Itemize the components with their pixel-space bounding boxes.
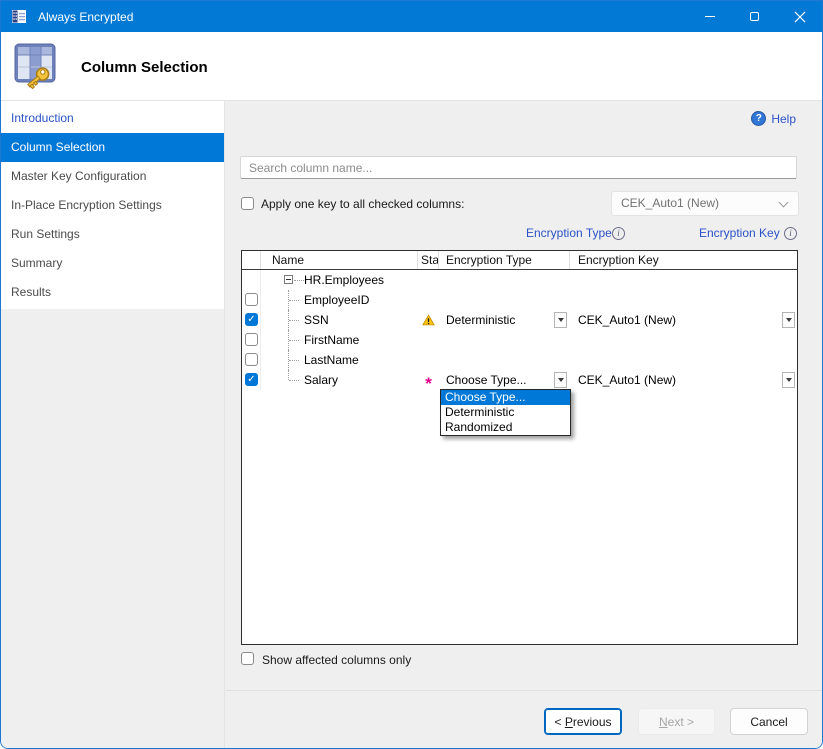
encryption-key-value: CEK_Auto1 (New) bbox=[578, 370, 676, 390]
encryption-type-value: Deterministic bbox=[446, 310, 515, 330]
column-name: LastName bbox=[304, 350, 359, 370]
encryption-type-dropdown-button[interactable] bbox=[554, 372, 567, 388]
column-name: EmployeeID bbox=[304, 290, 369, 310]
collapse-icon[interactable] bbox=[284, 275, 293, 284]
cancel-button[interactable]: Cancel bbox=[730, 708, 808, 735]
footer-divider bbox=[226, 690, 822, 691]
columns-grid: Name State Encryption Type Encryption Ke… bbox=[241, 250, 798, 645]
table-group-row: HR.Employees bbox=[242, 270, 797, 290]
table-key-icon bbox=[13, 42, 59, 90]
warning-icon bbox=[422, 314, 435, 326]
encryption-type-info-icon[interactable]: i bbox=[612, 227, 625, 240]
main-panel: ? Help Apply one key to all checked colu… bbox=[226, 101, 822, 748]
sidebar-item-run-settings: Run Settings bbox=[1, 220, 224, 249]
required-icon: * bbox=[425, 370, 432, 397]
dropdown-option-deterministic[interactable]: Deterministic bbox=[441, 405, 570, 420]
row-checkbox-lastname[interactable] bbox=[245, 353, 258, 366]
table-row: LastName bbox=[242, 350, 797, 370]
show-affected-label: Show affected columns only bbox=[262, 653, 411, 667]
column-header-name[interactable]: Name bbox=[261, 251, 418, 269]
help-link[interactable]: ? Help bbox=[751, 111, 796, 126]
row-checkbox-ssn[interactable]: ✓ bbox=[245, 313, 258, 326]
grid-header: Name State Encryption Type Encryption Ke… bbox=[242, 251, 797, 270]
encryption-key-dropdown-button[interactable] bbox=[782, 372, 795, 388]
dropdown-option-randomized[interactable]: Randomized bbox=[441, 420, 570, 435]
titlebar: Always Encrypted bbox=[1, 1, 822, 32]
column-header-encryption-key[interactable]: Encryption Key bbox=[570, 251, 797, 269]
dropdown-arrow-icon bbox=[786, 318, 792, 322]
encryption-type-dropdown-button[interactable] bbox=[554, 312, 567, 328]
close-icon bbox=[794, 11, 806, 23]
page-title: Column Selection bbox=[81, 59, 208, 76]
encryption-key-dropdown-button[interactable] bbox=[782, 312, 795, 328]
minimize-button[interactable] bbox=[687, 1, 732, 32]
table-row: FirstName bbox=[242, 330, 797, 350]
sidebar-item-results: Results bbox=[1, 278, 224, 307]
sidebar-item-introduction[interactable]: Introduction bbox=[1, 104, 224, 133]
encryption-type-value: Choose Type... bbox=[446, 370, 527, 390]
dropdown-arrow-icon bbox=[786, 378, 792, 382]
column-name: SSN bbox=[304, 310, 329, 330]
show-affected-checkbox[interactable] bbox=[241, 652, 254, 665]
search-input[interactable] bbox=[240, 156, 797, 179]
sidebar-item-in-place-encryption-settings: In-Place Encryption Settings bbox=[1, 191, 224, 220]
encryption-key-value: CEK_Auto1 (New) bbox=[578, 310, 676, 330]
encryption-key-link[interactable]: Encryption Key bbox=[699, 226, 780, 240]
app-icon bbox=[12, 9, 28, 25]
help-label: Help bbox=[771, 112, 796, 126]
apply-one-key-label: Apply one key to all checked columns: bbox=[261, 197, 464, 211]
encryption-type-dropdown-list: Choose Type... Deterministic Randomized bbox=[440, 389, 571, 436]
table-row: ✓ SSN Deterministic bbox=[242, 310, 797, 330]
sidebar-item-column-selection[interactable]: Column Selection bbox=[1, 133, 224, 162]
encryption-key-info-icon[interactable]: i bbox=[784, 227, 797, 240]
row-checkbox-employeeid[interactable] bbox=[245, 293, 258, 306]
column-name: Salary bbox=[304, 370, 338, 390]
table-row: EmployeeID bbox=[242, 290, 797, 310]
apply-one-key-checkbox[interactable] bbox=[241, 197, 254, 210]
row-checkbox-firstname[interactable] bbox=[245, 333, 258, 346]
dropdown-option-choose-type[interactable]: Choose Type... bbox=[441, 390, 570, 405]
close-button[interactable] bbox=[777, 1, 822, 32]
sidebar-item-summary: Summary bbox=[1, 249, 224, 278]
column-name: FirstName bbox=[304, 330, 359, 350]
encryption-type-link[interactable]: Encryption Type bbox=[526, 226, 612, 240]
wizard-steps-sidebar: Introduction Column Selection Master Key… bbox=[1, 101, 225, 748]
chevron-down-icon bbox=[779, 198, 789, 208]
cek-select-value: CEK_Auto1 (New) bbox=[621, 196, 719, 210]
previous-button[interactable]: < Previous bbox=[544, 708, 622, 735]
maximize-button[interactable] bbox=[732, 1, 777, 32]
dropdown-arrow-icon bbox=[558, 378, 564, 382]
row-checkbox-salary[interactable]: ✓ bbox=[245, 373, 258, 386]
table-row: ✓ Salary * Choose Type... CEK_Auto1 (New… bbox=[242, 370, 797, 390]
column-header-encryption-type[interactable]: Encryption Type bbox=[439, 251, 570, 269]
column-header-state[interactable]: State bbox=[418, 251, 439, 269]
next-button[interactable]: Next > bbox=[638, 708, 715, 735]
always-encrypted-dialog: Always Encrypted bbox=[0, 0, 823, 749]
dropdown-arrow-icon bbox=[558, 318, 564, 322]
wizard-header: Column Selection bbox=[1, 32, 822, 101]
sidebar-item-master-key-configuration: Master Key Configuration bbox=[1, 162, 224, 191]
table-name-label: HR.Employees bbox=[304, 270, 384, 290]
cek-select[interactable]: CEK_Auto1 (New) bbox=[611, 191, 799, 216]
window-title: Always Encrypted bbox=[38, 10, 133, 24]
help-icon: ? bbox=[751, 111, 766, 126]
